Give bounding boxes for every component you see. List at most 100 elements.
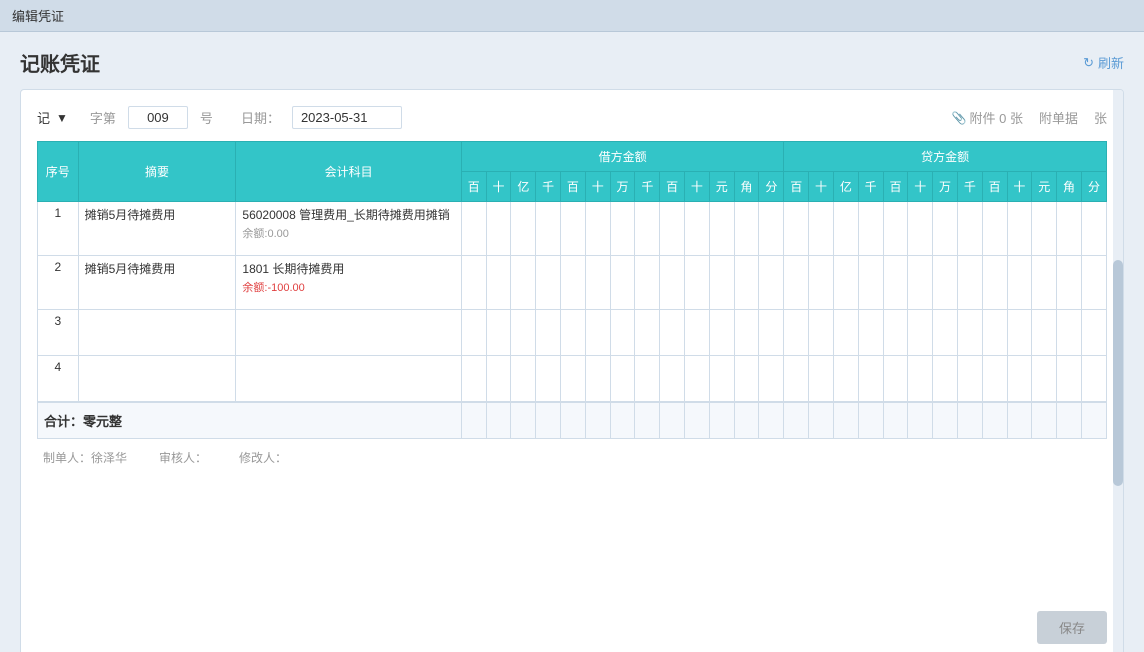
row4-d8[interactable] (635, 356, 660, 402)
save-button[interactable]: 保存 (1037, 611, 1107, 644)
row4-d7[interactable] (610, 356, 635, 402)
row2-d13[interactable] (759, 256, 784, 310)
row2-c10[interactable] (1007, 256, 1032, 310)
row3-c10[interactable] (1007, 310, 1032, 356)
row2-d12[interactable] (734, 256, 759, 310)
ji-dropdown-btn[interactable]: ▼ (54, 111, 70, 125)
row2-c13[interactable] (1081, 256, 1106, 310)
row1-d5[interactable] (561, 202, 586, 256)
row3-d10[interactable] (685, 310, 710, 356)
row1-d6[interactable] (585, 202, 610, 256)
row2-d7[interactable] (610, 256, 635, 310)
date-input[interactable] (292, 106, 402, 129)
row4-d10[interactable] (685, 356, 710, 402)
row1-d1[interactable] (461, 202, 486, 256)
row3-d9[interactable] (660, 310, 685, 356)
row4-d5[interactable] (561, 356, 586, 402)
row1-summary[interactable]: 摊销5月待摊费用 (78, 202, 236, 256)
row3-c12[interactable] (1057, 310, 1082, 356)
row2-d9[interactable] (660, 256, 685, 310)
row2-d11[interactable] (709, 256, 734, 310)
row4-d11[interactable] (709, 356, 734, 402)
row2-d2[interactable] (486, 256, 511, 310)
row1-c9[interactable] (982, 202, 1007, 256)
row1-d8[interactable] (635, 202, 660, 256)
row4-c9[interactable] (982, 356, 1007, 402)
row4-c8[interactable] (957, 356, 982, 402)
row3-d4[interactable] (536, 310, 561, 356)
table-row[interactable]: 3 (38, 310, 1107, 356)
row3-c7[interactable] (933, 310, 958, 356)
row1-d7[interactable] (610, 202, 635, 256)
row1-c3[interactable] (833, 202, 858, 256)
row3-d2[interactable] (486, 310, 511, 356)
row2-d10[interactable] (685, 256, 710, 310)
row3-d11[interactable] (709, 310, 734, 356)
row3-d1[interactable] (461, 310, 486, 356)
row1-c1[interactable] (784, 202, 809, 256)
row3-c9[interactable] (982, 310, 1007, 356)
row1-c2[interactable] (809, 202, 834, 256)
row4-c7[interactable] (933, 356, 958, 402)
row3-c1[interactable] (784, 310, 809, 356)
row1-d13[interactable] (759, 202, 784, 256)
row2-d5[interactable] (561, 256, 586, 310)
row2-c6[interactable] (908, 256, 933, 310)
hao-input[interactable] (128, 106, 188, 129)
ji-select[interactable]: 记 ▼ (37, 108, 70, 127)
row4-account[interactable] (236, 356, 461, 402)
row3-account[interactable] (236, 310, 461, 356)
row3-c8[interactable] (957, 310, 982, 356)
row1-c10[interactable] (1007, 202, 1032, 256)
row2-d4[interactable] (536, 256, 561, 310)
row1-c7[interactable] (933, 202, 958, 256)
row3-c2[interactable] (809, 310, 834, 356)
row4-c10[interactable] (1007, 356, 1032, 402)
row3-d13[interactable] (759, 310, 784, 356)
row4-c5[interactable] (883, 356, 908, 402)
row4-d1[interactable] (461, 356, 486, 402)
row4-c4[interactable] (858, 356, 883, 402)
row4-c13[interactable] (1081, 356, 1106, 402)
row3-d8[interactable] (635, 310, 660, 356)
row4-d2[interactable] (486, 356, 511, 402)
row2-c12[interactable] (1057, 256, 1082, 310)
table-row[interactable]: 2 摊销5月待摊费用 1801 长期待摊费用 余额:-100.00 (38, 256, 1107, 310)
row2-c9[interactable] (982, 256, 1007, 310)
row3-d5[interactable] (561, 310, 586, 356)
row2-summary[interactable]: 摊销5月待摊费用 (78, 256, 236, 310)
row4-c1[interactable] (784, 356, 809, 402)
row1-d9[interactable] (660, 202, 685, 256)
row2-c1[interactable] (784, 256, 809, 310)
row1-c13[interactable] (1081, 202, 1106, 256)
row2-account[interactable]: 1801 长期待摊费用 余额:-100.00 (236, 256, 461, 310)
table-row[interactable]: 1 摊销5月待摊费用 56020008 管理费用_长期待摊费用摊销 余额:0.0… (38, 202, 1107, 256)
row2-c3[interactable] (833, 256, 858, 310)
row2-d8[interactable] (635, 256, 660, 310)
row1-d4[interactable] (536, 202, 561, 256)
row3-c4[interactable] (858, 310, 883, 356)
row2-c2[interactable] (809, 256, 834, 310)
row1-c11[interactable] (1032, 202, 1057, 256)
row1-c5[interactable] (883, 202, 908, 256)
row3-c11[interactable] (1032, 310, 1057, 356)
row1-d2[interactable] (486, 202, 511, 256)
scrollbar-track[interactable] (1113, 90, 1123, 652)
row1-account[interactable]: 56020008 管理费用_长期待摊费用摊销 余额:0.00 (236, 202, 461, 256)
row4-summary[interactable] (78, 356, 236, 402)
row4-d12[interactable] (734, 356, 759, 402)
row2-c5[interactable] (883, 256, 908, 310)
row3-d7[interactable] (610, 310, 635, 356)
row3-summary[interactable] (78, 310, 236, 356)
scrollbar-thumb[interactable] (1113, 260, 1123, 486)
row3-c6[interactable] (908, 310, 933, 356)
row2-c4[interactable] (858, 256, 883, 310)
row1-c4[interactable] (858, 202, 883, 256)
row2-c8[interactable] (957, 256, 982, 310)
table-row[interactable]: 4 (38, 356, 1107, 402)
row4-c6[interactable] (908, 356, 933, 402)
row4-c11[interactable] (1032, 356, 1057, 402)
row4-d6[interactable] (585, 356, 610, 402)
row1-c12[interactable] (1057, 202, 1082, 256)
row1-d10[interactable] (685, 202, 710, 256)
